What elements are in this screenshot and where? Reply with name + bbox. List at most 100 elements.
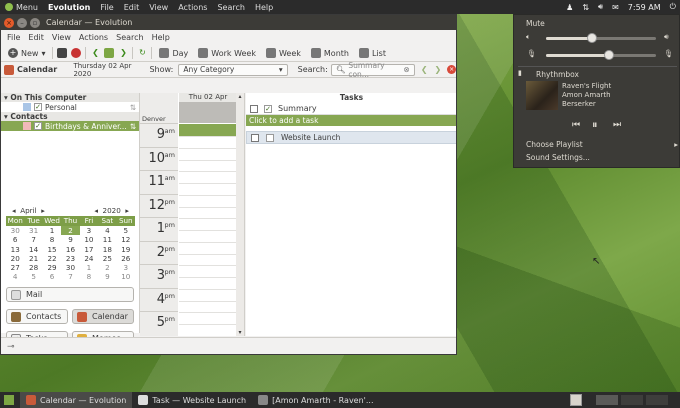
mini-calendar-day[interactable]: 26 <box>117 254 135 263</box>
calendar-applet-icon[interactable] <box>570 394 582 406</box>
workspace-2[interactable] <box>621 395 643 405</box>
time-slot[interactable] <box>179 277 237 278</box>
workspace-1[interactable] <box>596 395 618 405</box>
mini-calendar-day[interactable]: 4 <box>6 272 24 281</box>
mini-calendar-day[interactable]: 28 <box>24 263 42 272</box>
mic-slider[interactable] <box>546 50 656 60</box>
mini-calendar-day[interactable]: 5 <box>117 226 135 235</box>
calendar-birthdays[interactable]: ✓ Birthdays & Anniver... ⇅ <box>1 121 139 131</box>
day-column[interactable]: Thu 02 Apr <box>179 93 242 336</box>
time-slot[interactable] <box>179 218 237 220</box>
prev-month-icon[interactable]: ◂ <box>12 206 16 215</box>
mini-calendar-day[interactable]: 27 <box>6 263 24 272</box>
taskbar-item-calendar[interactable]: Calendar — Evolution <box>20 392 133 408</box>
personal-checkbox[interactable]: ✓ <box>34 103 42 111</box>
mini-calendar-day[interactable]: 7 <box>24 235 42 244</box>
time-slot[interactable] <box>179 136 237 137</box>
next-month-icon[interactable]: ▸ <box>41 206 45 215</box>
prev-result-icon[interactable]: ❮ <box>421 65 428 74</box>
mini-calendar-day[interactable]: 14 <box>24 245 42 254</box>
mini-calendar-day[interactable]: 24 <box>80 254 98 263</box>
title-bar[interactable]: × – ▫ Calendar — Evolution <box>1 15 456 30</box>
group-contacts[interactable]: ▾ Contacts <box>1 112 139 121</box>
show-desktop-button[interactable] <box>4 395 14 405</box>
mini-calendar-day[interactable]: 2 <box>61 226 80 236</box>
panel-menu-file[interactable]: File <box>95 3 118 12</box>
time-slot[interactable] <box>179 265 237 267</box>
player-name[interactable]: Rhythmbox <box>536 70 579 79</box>
task-row[interactable]: Website Launch <box>246 131 456 144</box>
delete-icon[interactable] <box>71 48 82 58</box>
previous-track-icon[interactable]: ⏮ <box>572 120 580 130</box>
mini-calendar-day[interactable]: 4 <box>98 226 116 235</box>
pause-icon[interactable]: ⏸ <box>592 118 598 132</box>
mini-calendar-day[interactable]: 3 <box>117 263 135 272</box>
time-slot[interactable] <box>179 241 237 243</box>
menu-file[interactable]: File <box>3 33 24 42</box>
refresh-icon[interactable]: ↻ <box>137 48 147 58</box>
calendar-switcher-button[interactable]: Calendar <box>72 309 134 324</box>
mini-calendar-day[interactable]: 22 <box>43 254 61 263</box>
search-input[interactable]: 🔍︎ Summary con... ⊗ <box>330 61 415 79</box>
selected-slot[interactable] <box>179 124 237 136</box>
panel-menu-help[interactable]: Help <box>250 3 278 12</box>
group-on-this-computer[interactable]: ▾ On This Computer <box>1 93 139 102</box>
envelope-icon[interactable]: ✉ <box>612 3 619 12</box>
mini-calendar-day[interactable]: 15 <box>43 245 61 254</box>
time-slot[interactable] <box>179 312 237 314</box>
add-task-row[interactable]: Click to add a task <box>246 115 456 126</box>
prev-year-icon[interactable]: ◂ <box>94 206 98 215</box>
menu-help[interactable]: Help <box>148 33 174 42</box>
maximize-button[interactable]: ▫ <box>30 17 40 28</box>
mute-item[interactable]: Mute <box>526 19 545 28</box>
mini-calendar-day[interactable]: 6 <box>6 235 24 244</box>
next-year-icon[interactable]: ▸ <box>125 206 129 215</box>
power-icon[interactable]: ⏻ <box>670 2 676 12</box>
menu-search[interactable]: Search <box>112 33 147 42</box>
mini-calendar-day[interactable]: 20 <box>6 254 24 263</box>
volume-slider[interactable] <box>546 33 656 43</box>
mini-calendar-day[interactable]: 21 <box>24 254 42 263</box>
week-view-button[interactable]: Week <box>263 48 304 58</box>
summary-column-header[interactable]: Summary <box>278 104 317 113</box>
day-view-scrollbar[interactable]: ▴ ▾ <box>236 93 244 336</box>
mini-calendar-day[interactable]: 10 <box>117 272 135 281</box>
mini-calendar-day[interactable]: 31 <box>24 226 42 235</box>
menu-actions[interactable]: Actions <box>75 33 112 42</box>
menu-button[interactable]: Menu <box>0 2 43 12</box>
scroll-down-icon[interactable]: ▾ <box>236 329 244 336</box>
mini-calendar-day[interactable]: 7 <box>61 272 79 281</box>
time-slot[interactable] <box>179 253 237 255</box>
time-slot[interactable] <box>179 194 237 196</box>
network-icon[interactable]: ⇅ <box>582 3 589 12</box>
taskbar-item-rhythmbox[interactable]: [Amon Amarth - Raven'... <box>252 392 379 408</box>
mini-calendar-day[interactable]: 8 <box>80 272 98 281</box>
mini-calendar-day[interactable]: 17 <box>80 245 98 254</box>
time-slot[interactable] <box>179 230 237 231</box>
mini-calendar-day[interactable]: 30 <box>61 263 79 272</box>
volume-knob[interactable] <box>587 33 598 43</box>
time-slot[interactable] <box>179 171 237 173</box>
time-slot[interactable] <box>179 147 237 149</box>
panel-menu-actions[interactable]: Actions <box>173 3 212 12</box>
mini-calendar-day[interactable]: 25 <box>98 254 116 263</box>
mini-calendar-day[interactable]: 16 <box>61 245 79 254</box>
mini-calendar-day[interactable]: 9 <box>98 272 116 281</box>
all-day-area[interactable] <box>179 102 237 123</box>
volume-icon[interactable]: 🔊︎ <box>598 2 603 12</box>
mini-calendar-day[interactable]: 9 <box>61 235 79 244</box>
minimize-button[interactable]: – <box>17 17 27 28</box>
mini-calendar-day[interactable]: 1 <box>43 226 61 235</box>
menu-view[interactable]: View <box>48 33 75 42</box>
time-slot[interactable] <box>179 300 237 302</box>
mini-calendar-day[interactable]: 1 <box>80 263 98 272</box>
list-view-button[interactable]: List <box>356 48 389 58</box>
choose-playlist-item[interactable]: Choose Playlist ▸ <box>526 140 678 149</box>
forward-arrow-icon[interactable]: ❯ <box>118 48 128 58</box>
mini-calendar-day[interactable]: 11 <box>98 235 116 244</box>
mini-calendar-day[interactable]: 12 <box>117 235 135 244</box>
scroll-up-icon[interactable]: ▴ <box>236 93 244 100</box>
work-week-view-button[interactable]: Work Week <box>195 48 259 58</box>
mini-calendar-day[interactable]: 5 <box>24 272 42 281</box>
time-slot[interactable] <box>179 288 237 290</box>
